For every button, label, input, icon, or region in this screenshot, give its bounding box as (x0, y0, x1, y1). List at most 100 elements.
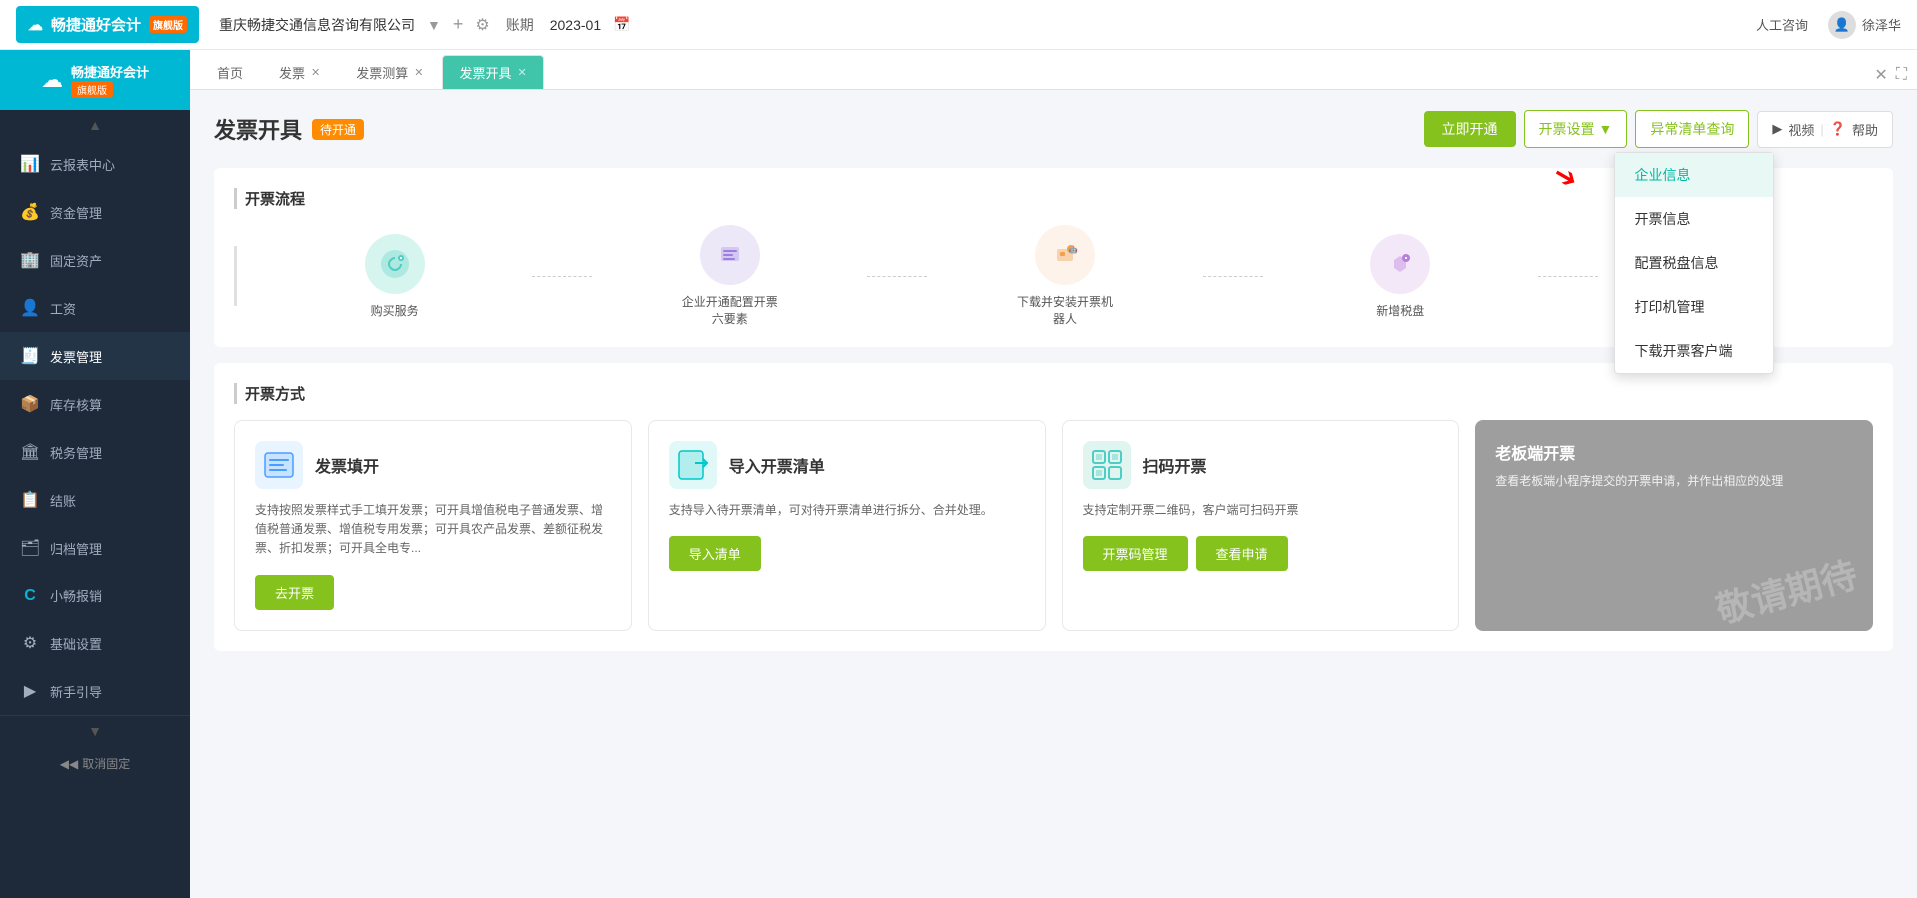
help-question-icon: ❓ (1830, 121, 1846, 137)
page-title-area: 发票开具 待开通 (214, 113, 364, 145)
step-divider-3 (1203, 276, 1263, 277)
dropdown-tax-disk[interactable]: 配置税盘信息 (1615, 241, 1773, 285)
tab-fapiaokaiJu[interactable]: 发票开具 ✕ (442, 55, 543, 89)
sidebar-label-xiaochang: 小畅报销 (50, 586, 102, 605)
step4-label: 新增税盘 (1376, 302, 1424, 319)
sidebar-logo: ☁ 畅捷通好会计 旗舰版 (0, 50, 190, 110)
qr-manage-button[interactable]: 开票码管理 (1083, 536, 1188, 571)
tab-fapiaocesuan-label: 发票测算 (356, 63, 408, 82)
logo-area: ☁ 畅捷通好会计 旗舰版 (16, 6, 199, 43)
sidebar-item-gongzi[interactable]: 👤 工资 (0, 284, 190, 332)
step1-icon (365, 234, 425, 294)
boss-card-desc: 查看老板端小程序提交的开票申请，并作出相应的处理 (1495, 472, 1853, 491)
user-name: 徐泽华 (1862, 15, 1901, 34)
method-card-import: 导入开票清单 支持导入待开票清单，可对待开票清单进行拆分、合并处理。 导入清单 (648, 420, 1046, 631)
pin-icon: ◀◀ (60, 757, 78, 771)
method-fill-header: 发票填开 (255, 441, 611, 489)
settings-button[interactable]: 开票设置 ▼ (1524, 110, 1628, 148)
step3-label: 下载并安装开票机器人 (1015, 293, 1115, 327)
divider: | (1820, 122, 1823, 137)
view-apply-button[interactable]: 查看申请 (1196, 536, 1288, 571)
tab-fapiaokaiJu-label: 发票开具 (459, 63, 511, 82)
header-actions: 立即开通 开票设置 ▼ 企业信息 开票信息 (1424, 110, 1893, 148)
consult-label[interactable]: 人工咨询 (1756, 15, 1808, 34)
user-info[interactable]: 👤 徐泽华 (1828, 11, 1901, 39)
calendar-icon[interactable]: 📅 (613, 16, 630, 33)
dropdown-download-client[interactable]: 下载开票客户端 (1615, 329, 1773, 373)
avatar-icon: 👤 (1828, 11, 1856, 39)
scan-invoice-icon (1083, 441, 1131, 489)
import-invoice-icon (669, 441, 717, 489)
step2-label: 企业开通配置开票六要素 (680, 293, 780, 327)
dropdown-tax-disk-label: 配置税盘信息 (1635, 255, 1719, 271)
content-area: 首页 发票 ✕ 发票测算 ✕ 发票开具 ✕ ✕ ⛶ (190, 50, 1917, 898)
video-help-button[interactable]: ▶ 视频 | ❓ 帮助 (1757, 111, 1893, 148)
sidebar-item-yunbao[interactable]: 📊 云报表中心 (0, 140, 190, 188)
sidebar-label-yunbao: 云报表中心 (50, 155, 115, 174)
sidebar-item-fapiao[interactable]: 🧾 发票管理 (0, 332, 190, 380)
tab-fapiao-close[interactable]: ✕ (311, 66, 320, 79)
activate-button[interactable]: 立即开通 (1424, 111, 1516, 147)
methods-section-title: 开票方式 (234, 383, 1873, 404)
sidebar-item-xinshouyindao[interactable]: ▶ 新手引导 (0, 667, 190, 715)
sidebar-scroll-down[interactable]: ▼ (0, 715, 190, 745)
page-header: 发票开具 待开通 立即开通 开票设置 ▼ 企业信息 (214, 110, 1893, 148)
flow-step-1: 购买服务 (257, 234, 532, 319)
jiezhang-icon: 📋 (20, 490, 40, 510)
step-divider-4 (1538, 276, 1598, 277)
scan-buttons: 开票码管理 查看申请 (1083, 536, 1439, 571)
tab-bar: 首页 发票 ✕ 发票测算 ✕ 发票开具 ✕ ✕ ⛶ (190, 50, 1917, 90)
settings-dropdown-menu: 企业信息 开票信息 配置税盘信息 打印机管理 (1614, 152, 1774, 374)
sidebar-label-jichushezhi: 基础设置 (50, 634, 102, 653)
jichushezhi-icon: ⚙ (20, 633, 40, 653)
go-invoice-button[interactable]: 去开票 (255, 575, 334, 610)
tab-resize-btn[interactable]: ⛶ (1896, 66, 1907, 84)
tab-fapiao[interactable]: 发票 ✕ (262, 55, 337, 89)
sidebar-label-shuiwu: 税务管理 (50, 443, 102, 462)
yunbao-icon: 📊 (20, 154, 40, 174)
dropdown-company-info-label: 企业信息 (1635, 167, 1691, 183)
method-import-header: 导入开票清单 (669, 441, 1025, 489)
sidebar-item-jichushezhi[interactable]: ⚙ 基础设置 (0, 619, 190, 667)
import-list-button[interactable]: 导入清单 (669, 536, 761, 571)
dropdown-printer[interactable]: 打印机管理 (1615, 285, 1773, 329)
methods-section: 开票方式 发票填开 支持按照发票样式手工填开发票；可开具增值税电子普通发票、增值… (214, 363, 1893, 651)
cancel-pin-btn[interactable]: ◀◀ 取消固定 (0, 745, 190, 782)
step4-icon (1370, 234, 1430, 294)
kucun-icon: 📦 (20, 394, 40, 414)
company-name: 重庆畅捷交通信息咨询有限公司 (219, 15, 415, 35)
sidebar-item-zijin[interactable]: 💰 资金管理 (0, 188, 190, 236)
gudingzichan-icon: 🏢 (20, 250, 40, 270)
sidebar-item-guidang[interactable]: 🗂 归档管理 (0, 524, 190, 572)
page-title: 发票开具 (214, 113, 302, 145)
sidebar-logo-text: 畅捷通好会计 (71, 62, 149, 81)
period-value: 2023-01 (550, 17, 601, 33)
page-content: 发票开具 待开通 立即开通 开票设置 ▼ 企业信息 (190, 90, 1917, 898)
company-arrow-icon[interactable]: ▼ (427, 17, 441, 33)
scan-invoice-title: 扫码开票 (1143, 453, 1207, 477)
logo-badge: 旗舰版 (149, 16, 187, 33)
dropdown-company-info[interactable]: 企业信息 (1615, 153, 1773, 197)
sidebar-item-kucun[interactable]: 📦 库存核算 (0, 380, 190, 428)
sidebar-label-gudingzichan: 固定资产 (50, 251, 102, 270)
tab-fapiaokaiJu-close[interactable]: ✕ (518, 66, 527, 79)
sidebar-item-jiezhang[interactable]: 📋 结账 (0, 476, 190, 524)
sidebar-label-fapiao: 发票管理 (50, 347, 102, 366)
tab-home[interactable]: 首页 (200, 55, 260, 89)
sidebar-item-shuiwu[interactable]: 🏛 税务管理 (0, 428, 190, 476)
tab-close-all-btn[interactable]: ✕ (1874, 65, 1887, 85)
settings-icon[interactable]: ⚙ (475, 15, 489, 35)
tab-fapiaocesuan-close[interactable]: ✕ (414, 66, 423, 79)
sidebar-item-xiaochangbaoxiao[interactable]: C 小畅报销 (0, 572, 190, 619)
tab-fapiaocesuan[interactable]: 发票测算 ✕ (339, 55, 440, 89)
step-divider-1 (532, 276, 592, 277)
abnormal-button[interactable]: 异常清单查询 (1635, 110, 1749, 148)
flow-step-4: 新增税盘 (1263, 234, 1538, 319)
add-company-btn[interactable]: + (453, 14, 464, 35)
sidebar-item-gudingzichan[interactable]: 🏢 固定资产 (0, 236, 190, 284)
sidebar-scroll-up[interactable]: ▲ (0, 110, 190, 140)
sidebar: ☁ 畅捷通好会计 旗舰版 ▲ 📊 云报表中心 💰 资金管理 🏢 固定资产 👤 工… (0, 50, 190, 898)
dropdown-invoice-info[interactable]: 开票信息 (1615, 197, 1773, 241)
flow-left-border (234, 246, 237, 306)
step-divider-2 (867, 276, 927, 277)
